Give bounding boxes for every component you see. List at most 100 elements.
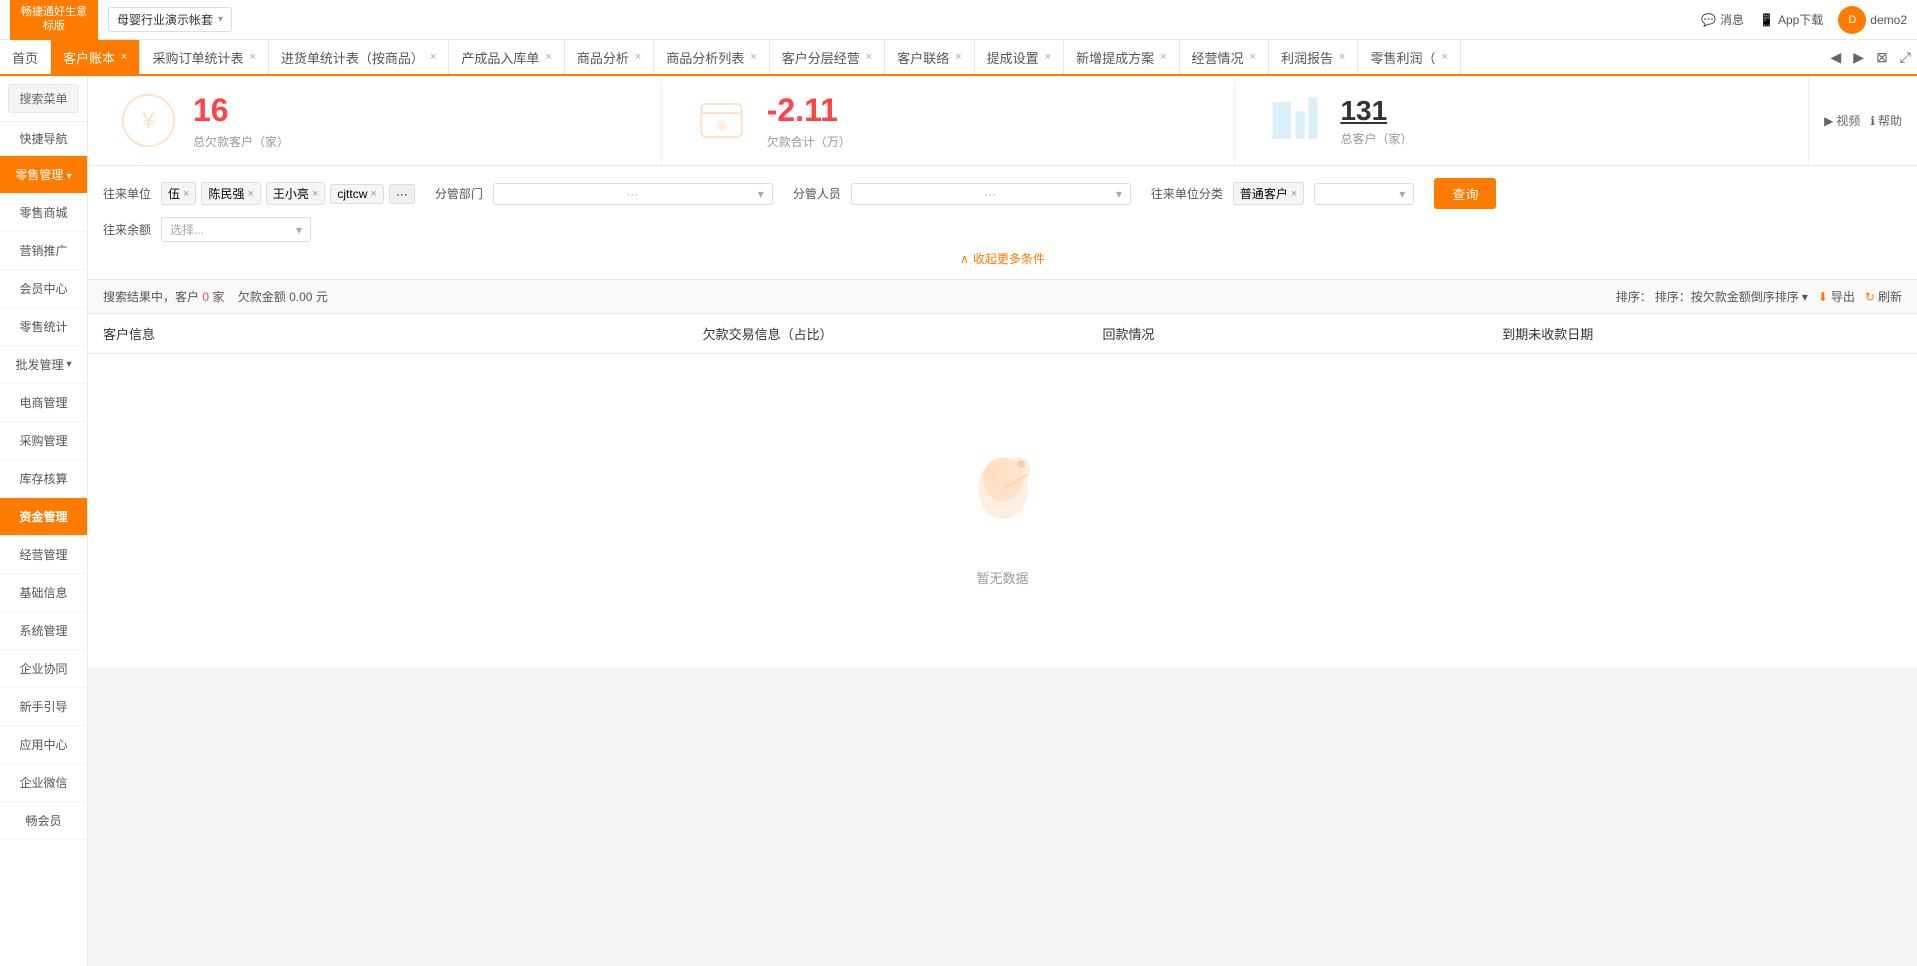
sidebar-item-membership[interactable]: 会员中心 bbox=[0, 270, 87, 308]
refresh-button[interactable]: ↻ 刷新 bbox=[1865, 288, 1902, 305]
sidebar-item-retail-management[interactable]: 零售管理 ▾ bbox=[0, 156, 87, 194]
sidebar-item-purchase[interactable]: 采购管理 bbox=[0, 422, 87, 460]
sidebar-item-operations[interactable]: 经营管理 bbox=[0, 536, 87, 574]
sidebar-item-label: 零售统计 bbox=[19, 320, 67, 334]
app-download-button[interactable]: 📱 App下载 bbox=[1759, 11, 1823, 28]
result-text: 搜索结果中，客户 0 家 欠款金额 0.00 元 bbox=[103, 288, 328, 305]
department-dropdown[interactable]: ··· ▾ bbox=[493, 183, 773, 205]
tag-close-icon[interactable]: × bbox=[1291, 188, 1297, 200]
tab-retail-profit[interactable]: 零售利润（ × bbox=[1358, 40, 1460, 75]
close-icon[interactable]: × bbox=[1160, 51, 1166, 63]
search-result-bar: 搜索结果中，客户 0 家 欠款金额 0.00 元 排序： 排序：按欠款金额倒序排… bbox=[88, 280, 1917, 314]
sort-area: 排序： 排序：按欠款金额倒序排序 ▾ ⬇ 导出 ↻ 刷新 bbox=[1616, 288, 1902, 305]
sidebar-quick-nav[interactable]: 快捷导航 bbox=[0, 122, 87, 156]
close-icon[interactable]: × bbox=[430, 51, 436, 63]
close-icon[interactable]: × bbox=[866, 51, 872, 63]
stats-bar: ¥ 16 总欠款客户（家） -2.11 bbox=[88, 76, 1917, 166]
tab-prev-arrow[interactable]: ◀ bbox=[1825, 49, 1848, 66]
collapse-up-icon: ∧ bbox=[960, 252, 969, 266]
close-icon[interactable]: × bbox=[1250, 51, 1256, 63]
sidebar-item-enterprise[interactable]: 企业协同 bbox=[0, 650, 87, 688]
tab-operations[interactable]: 经营情况 × bbox=[1180, 40, 1269, 75]
tab-new-method-label: 新增提成方案 bbox=[1076, 48, 1154, 67]
chevron-down-icon: ▾ bbox=[218, 14, 223, 25]
sidebar-item-finance[interactable]: 资金管理 bbox=[0, 498, 87, 536]
tab-accounts[interactable]: 客户账本 × bbox=[51, 40, 140, 75]
credit-amount-value: -2.11 bbox=[767, 91, 851, 129]
sidebar-item-app-center[interactable]: 应用中心 bbox=[0, 726, 87, 764]
search-prefix: 搜索结果中，客户 bbox=[103, 290, 199, 304]
tab-home[interactable]: 首页 bbox=[0, 40, 51, 75]
tab-new-method[interactable]: 新增提成方案 × bbox=[1064, 40, 1179, 75]
sidebar-item-wechat[interactable]: 企业微信 bbox=[0, 764, 87, 802]
tag-close-icon[interactable]: × bbox=[183, 188, 189, 200]
help-button[interactable]: ℹ 帮助 bbox=[1870, 112, 1902, 129]
tag-close-icon[interactable]: × bbox=[247, 188, 253, 200]
video-help-button[interactable]: ▶ 视频 bbox=[1824, 112, 1860, 129]
tab-next-arrow[interactable]: ▶ bbox=[1847, 49, 1870, 66]
collapse-button[interactable]: ∧ 收起更多条件 bbox=[103, 250, 1902, 267]
search-menu-button[interactable]: 搜索菜单 bbox=[8, 84, 79, 113]
query-button[interactable]: 查询 bbox=[1434, 178, 1496, 209]
tab-customer-contact[interactable]: 客户联络 × bbox=[885, 40, 974, 75]
export-button[interactable]: ⬇ 导出 bbox=[1818, 288, 1855, 305]
tab-product-cost[interactable]: 产成品入库单 × bbox=[449, 40, 564, 75]
category-filter-tags: 普通客户 × bbox=[1233, 182, 1304, 205]
tab-purchase-order[interactable]: 采购订单统计表 × bbox=[140, 40, 268, 75]
sidebar-item-label: 企业协同 bbox=[19, 662, 67, 676]
close-icon[interactable]: × bbox=[545, 51, 551, 63]
person-dropdown[interactable]: ··· ▾ bbox=[851, 183, 1131, 205]
tab-inventory-stats[interactable]: 进货单统计表（按商品） × bbox=[269, 40, 449, 75]
tab-customer-tier[interactable]: 客户分层经营 × bbox=[770, 40, 885, 75]
empty-text: 暂无数据 bbox=[976, 568, 1028, 587]
tab-raise-settings[interactable]: 提成设置 × bbox=[975, 40, 1064, 75]
svg-text:¥: ¥ bbox=[141, 108, 155, 133]
balance-dropdown[interactable]: 选择... ▾ bbox=[161, 217, 311, 242]
sidebar-item-ecommerce[interactable]: 电商管理 bbox=[0, 384, 87, 422]
tag-label: 伍 bbox=[168, 185, 180, 202]
sidebar-item-basic-info[interactable]: 基础信息 bbox=[0, 574, 87, 612]
refresh-label: 刷新 bbox=[1878, 288, 1902, 305]
sidebar-item-system[interactable]: 系统管理 bbox=[0, 612, 87, 650]
chevron-down-icon: ▾ bbox=[66, 359, 71, 370]
help-icon: ℹ bbox=[1870, 114, 1875, 128]
user-menu[interactable]: D demo2 bbox=[1838, 6, 1907, 34]
company-tag-chen: 陈民强 × bbox=[201, 182, 260, 205]
sidebar-item-label: 批发管理 bbox=[15, 356, 63, 373]
tag-close-icon[interactable]: × bbox=[370, 188, 376, 200]
sidebar-item-retail-mall[interactable]: 零售商城 bbox=[0, 194, 87, 232]
tag-close-icon[interactable]: × bbox=[312, 188, 318, 200]
category-dropdown[interactable]: ▾ bbox=[1314, 183, 1414, 205]
sidebar-item-guide[interactable]: 新手引导 bbox=[0, 688, 87, 726]
sidebar-item-wholesale[interactable]: 批发管理 ▾ bbox=[0, 346, 87, 384]
tab-profit-report[interactable]: 利润报告 × bbox=[1269, 40, 1358, 75]
tab-product-analysis[interactable]: 商品分析 × bbox=[565, 40, 654, 75]
sidebar-item-retail-stats[interactable]: 零售统计 bbox=[0, 308, 87, 346]
logo[interactable]: 畅捷通好生意 标版 bbox=[10, 0, 98, 40]
close-icon[interactable]: × bbox=[635, 51, 641, 63]
close-icon[interactable]: × bbox=[1441, 51, 1447, 63]
table-header: 客户信息 欠款交易信息（占比） 回款情况 到期未收款日期 bbox=[88, 314, 1917, 354]
close-icon[interactable]: × bbox=[1339, 51, 1345, 63]
close-icon[interactable]: × bbox=[955, 51, 961, 63]
close-icon[interactable]: × bbox=[249, 51, 255, 63]
expand-tabs-button[interactable]: ⤢ bbox=[1894, 49, 1917, 66]
tab-product-analysis-list[interactable]: 商品分析列表 × bbox=[654, 40, 769, 75]
close-icon[interactable]: × bbox=[750, 51, 756, 63]
sidebar-item-label: 基础信息 bbox=[19, 586, 67, 600]
sidebar-item-vip[interactable]: 畅会员 bbox=[0, 802, 87, 840]
close-icon[interactable]: × bbox=[121, 51, 127, 63]
sort-select[interactable]: 排序： 排序：按欠款金额倒序排序 ▾ bbox=[1616, 288, 1808, 305]
tag-label: 陈民强 bbox=[208, 185, 244, 202]
message-button[interactable]: 💬 消息 bbox=[1701, 11, 1744, 28]
sidebar-item-marketing[interactable]: 营销推广 bbox=[0, 232, 87, 270]
more-tags-button[interactable]: ··· bbox=[389, 184, 415, 204]
close-all-tabs-button[interactable]: ⊠ bbox=[1870, 49, 1894, 66]
close-icon[interactable]: × bbox=[1045, 51, 1051, 63]
customer-count: 0 bbox=[202, 290, 209, 304]
credit-amount: 0.00 bbox=[289, 290, 312, 304]
empty-state: 暂无数据 bbox=[88, 354, 1917, 667]
category-tag-normal: 普通客户 × bbox=[1233, 182, 1304, 205]
sidebar-item-inventory[interactable]: 库存核算 bbox=[0, 460, 87, 498]
company-selector[interactable]: 母婴行业演示帐套 ▾ bbox=[108, 7, 232, 32]
